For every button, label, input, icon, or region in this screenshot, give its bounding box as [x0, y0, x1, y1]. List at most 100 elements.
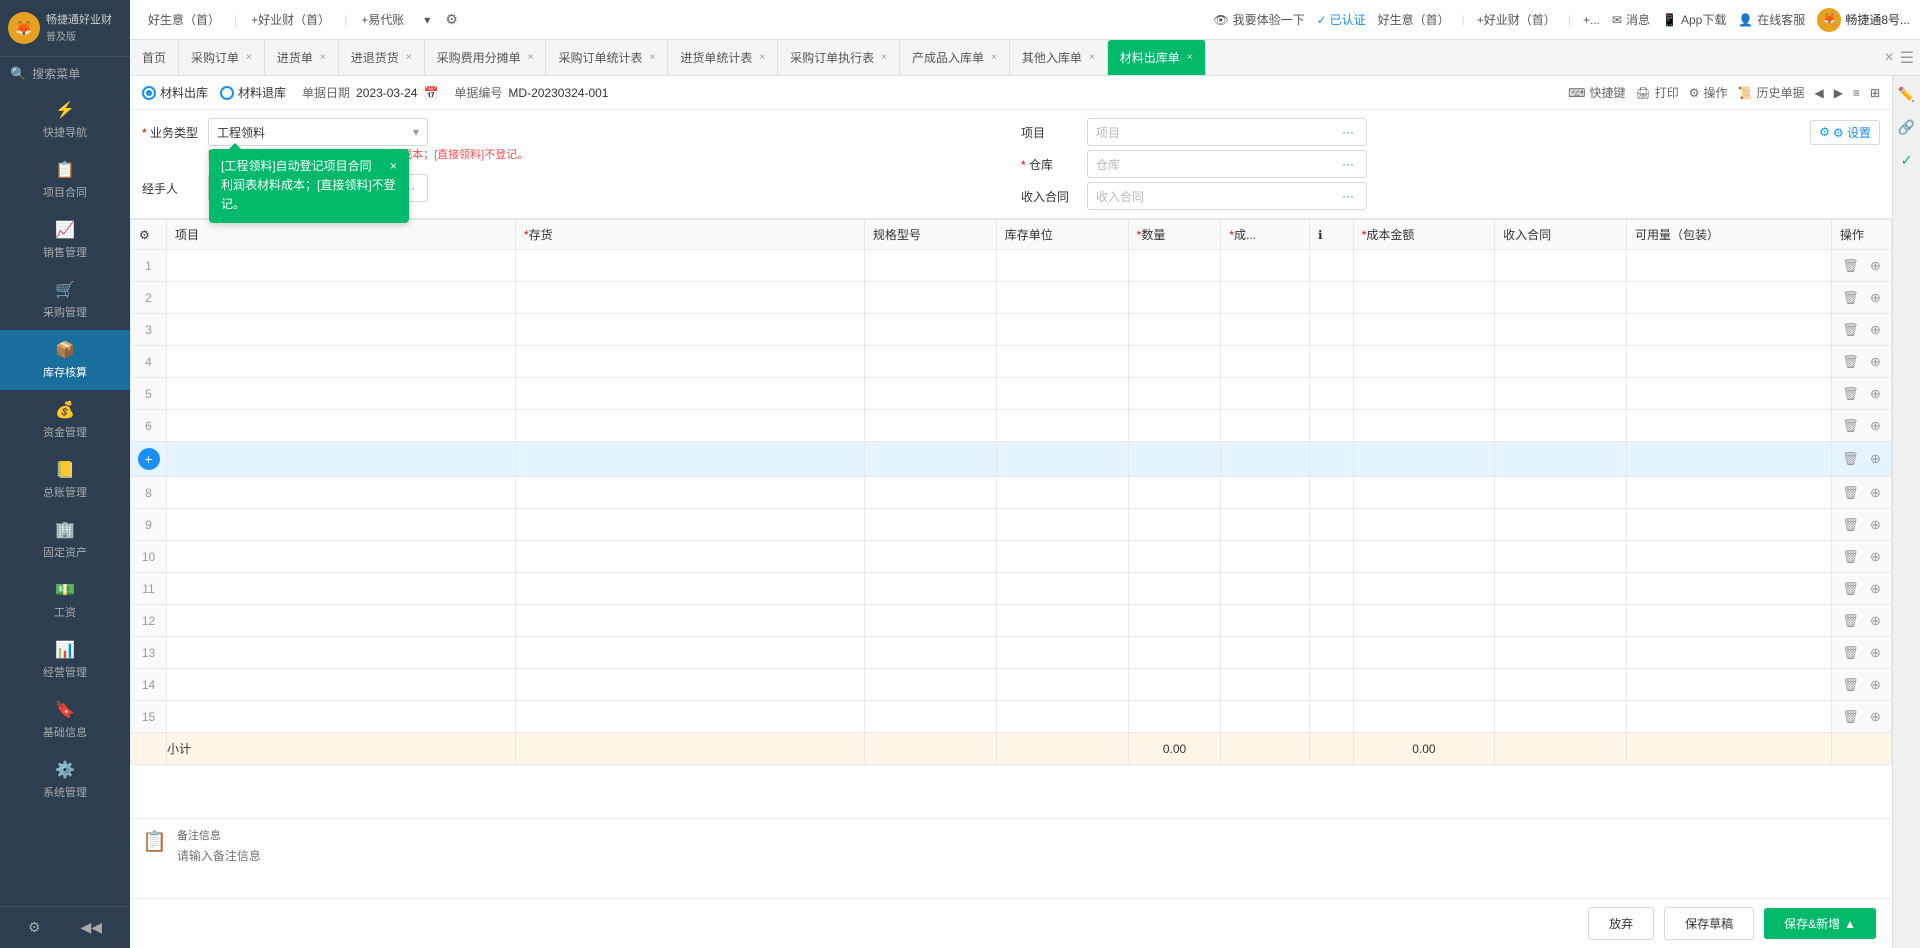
- settings-icon[interactable]: ⚙: [24, 915, 45, 940]
- sidebar-item-purchase[interactable]: 🛒 采购管理: [0, 270, 130, 330]
- tab-incoming-close[interactable]: ×: [320, 52, 326, 63]
- collapse-icon[interactable]: ◀◀: [76, 915, 106, 940]
- copy-row-btn[interactable]: ⊕: [1866, 483, 1885, 502]
- delete-row-btn[interactable]: 🗑: [1838, 675, 1863, 694]
- topbar-certified[interactable]: ✓ 已认证: [1317, 11, 1366, 28]
- warehouse-input[interactable]: 仓库 ···: [1087, 150, 1367, 178]
- sidebar-item-salary[interactable]: 💵 工资: [0, 570, 130, 630]
- warehouse-dots[interactable]: ···: [1338, 155, 1358, 173]
- tab-other-inbound-close[interactable]: ×: [1089, 52, 1095, 63]
- cell-qty-1[interactable]: [1128, 250, 1221, 282]
- tab-return[interactable]: 进退货货 ×: [339, 40, 425, 75]
- topbar-nav2-haoyecai[interactable]: +好业财（首）: [1477, 11, 1556, 28]
- cell-qty-2[interactable]: [1128, 282, 1221, 314]
- cell-spec-1[interactable]: [864, 250, 996, 282]
- delete-row-btn[interactable]: 🗑: [1838, 384, 1863, 403]
- radio-material-return[interactable]: 材料退库: [220, 84, 286, 101]
- sidebar-item-finance[interactable]: 💰 资金管理: [0, 390, 130, 450]
- tab-incoming-stats[interactable]: 进货单统计表 ×: [668, 40, 778, 75]
- tab-close-all[interactable]: ×: [1884, 49, 1893, 67]
- project-input[interactable]: 项目 ···: [1087, 118, 1367, 146]
- copy-row-btn[interactable]: ⊕: [1866, 675, 1885, 694]
- topbar-message[interactable]: ✉ 消息: [1612, 11, 1650, 28]
- cell-spec-2[interactable]: [864, 282, 996, 314]
- tab-purchase-stats-close[interactable]: ×: [649, 52, 655, 63]
- copy-row-btn[interactable]: ⊕: [1866, 707, 1885, 726]
- calendar-icon[interactable]: 📅: [423, 86, 438, 100]
- cell-unit-1[interactable]: [996, 250, 1128, 282]
- business-type-input[interactable]: 工程领料 ▾ × [工程领料]自动登记项目合同利润表材料成本；[直接领料]不登记…: [208, 118, 428, 146]
- history-btn[interactable]: 📜 历史单据: [1737, 84, 1804, 101]
- copy-row-btn[interactable]: ⊕: [1866, 611, 1885, 630]
- topbar-experience[interactable]: 👁 我要体验一下: [1213, 11, 1304, 28]
- sidebar-item-project[interactable]: 📋 项目合同: [0, 150, 130, 210]
- topbar-app-download[interactable]: 📱 App下载: [1662, 11, 1726, 28]
- project-dots[interactable]: ···: [1338, 123, 1358, 141]
- tab-incoming[interactable]: 进货单 ×: [265, 40, 339, 75]
- sidebar-item-ops[interactable]: 📊 经营管理: [0, 630, 130, 690]
- tab-return-close[interactable]: ×: [406, 52, 412, 63]
- radio-material-outbound[interactable]: 材料出库: [142, 84, 208, 101]
- topbar-user[interactable]: 🦊 畅捷通8号...: [1817, 8, 1910, 32]
- copy-row-btn[interactable]: ⊕: [1866, 547, 1885, 566]
- date-value[interactable]: 2023-03-24: [356, 86, 417, 100]
- copy-row-btn[interactable]: ⊕: [1866, 579, 1885, 598]
- delete-row-btn[interactable]: 🗑: [1838, 547, 1863, 566]
- next-btn[interactable]: ▶: [1834, 86, 1843, 100]
- cell-contract-1[interactable]: [1495, 250, 1627, 282]
- settings-btn[interactable]: ⚙ ⚙ 设置: [1810, 120, 1880, 145]
- sidebar-item-sales[interactable]: 📈 销售管理: [0, 210, 130, 270]
- delete-row-btn[interactable]: 🗑: [1838, 483, 1863, 502]
- cell-available-2[interactable]: [1626, 282, 1831, 314]
- income-contract-input[interactable]: 收入合同 ···: [1087, 182, 1367, 210]
- add-row-project-input[interactable]: [167, 442, 515, 476]
- cell-unit-2[interactable]: [996, 282, 1128, 314]
- delete-row-btn[interactable]: 🗑: [1838, 449, 1863, 468]
- add-row-goods-input[interactable]: [516, 442, 864, 476]
- sidebar-search[interactable]: 🔍 搜索菜单: [0, 57, 130, 90]
- sidebar-item-basic[interactable]: 🔖 基础信息: [0, 690, 130, 750]
- print-btn[interactable]: 🖨 打印: [1635, 84, 1678, 101]
- tab-material-outbound[interactable]: 材料出库单 ×: [1108, 40, 1206, 75]
- delete-row-btn[interactable]: 🗑: [1838, 320, 1863, 339]
- tab-expense-close[interactable]: ×: [528, 52, 534, 63]
- topbar-nav-haoyecai[interactable]: +好业财（首）: [243, 8, 338, 31]
- tab-purchase-order[interactable]: 采购订单 ×: [179, 40, 265, 75]
- sidebar-item-system[interactable]: ⚙️ 系统管理: [0, 750, 130, 810]
- shortcut-btn[interactable]: ⌨ 快捷键: [1568, 84, 1625, 101]
- right-panel-check-icon[interactable]: ✓: [1897, 148, 1917, 173]
- number-value[interactable]: MD-20230324-001: [508, 86, 608, 100]
- cell-cost-type-1[interactable]: [1221, 250, 1310, 282]
- delete-row-btn[interactable]: 🗑: [1838, 256, 1863, 275]
- cell-available-1[interactable]: [1626, 250, 1831, 282]
- cell-cost-type-2[interactable]: [1221, 282, 1310, 314]
- right-panel-link-icon[interactable]: 🔗: [1894, 115, 1919, 140]
- sidebar-item-ledger[interactable]: 📒 总账管理: [0, 450, 130, 510]
- delete-row-btn[interactable]: 🗑: [1838, 352, 1863, 371]
- copy-row-btn[interactable]: ⊕: [1866, 256, 1885, 275]
- delete-row-btn[interactable]: 🗑: [1838, 579, 1863, 598]
- tab-purchase-exec[interactable]: 采购订单执行表 ×: [778, 40, 900, 75]
- col-gear[interactable]: ⚙: [131, 220, 167, 250]
- income-contract-dots[interactable]: ···: [1338, 187, 1358, 205]
- cell-goods-2[interactable]: [515, 282, 864, 314]
- sidebar-item-inventory[interactable]: 📦 库存核算: [0, 330, 130, 390]
- topbar-nav2-haoshengyi[interactable]: 好生意（首）: [1378, 11, 1450, 28]
- tab-purchase-stats[interactable]: 采购订单统计表 ×: [546, 40, 668, 75]
- tab-purchase-order-close[interactable]: ×: [246, 52, 252, 63]
- prev-btn[interactable]: ◀: [1814, 86, 1823, 100]
- topbar-ellipsis[interactable]: +...: [1583, 13, 1600, 27]
- topbar-nav-yidaizhang[interactable]: +易代账: [353, 8, 412, 31]
- tab-home[interactable]: 首页: [130, 40, 179, 75]
- cell-cost-amount-2[interactable]: [1353, 282, 1494, 314]
- copy-row-btn[interactable]: ⊕: [1866, 416, 1885, 435]
- sidebar-item-nav[interactable]: ⚡ 快捷导航: [0, 90, 130, 150]
- tab-incoming-stats-close[interactable]: ×: [759, 52, 765, 63]
- topbar-gear-icon[interactable]: ⚙: [442, 8, 461, 31]
- tab-expense[interactable]: 采购费用分摊单 ×: [425, 40, 547, 75]
- cell-cost-amount-1[interactable]: [1353, 250, 1494, 282]
- tab-finished-goods[interactable]: 产成品入库单 ×: [900, 40, 1010, 75]
- delete-row-btn[interactable]: 🗑: [1838, 515, 1863, 534]
- tooltip-close-btn[interactable]: ×: [390, 157, 397, 176]
- delete-row-btn[interactable]: 🗑: [1838, 611, 1863, 630]
